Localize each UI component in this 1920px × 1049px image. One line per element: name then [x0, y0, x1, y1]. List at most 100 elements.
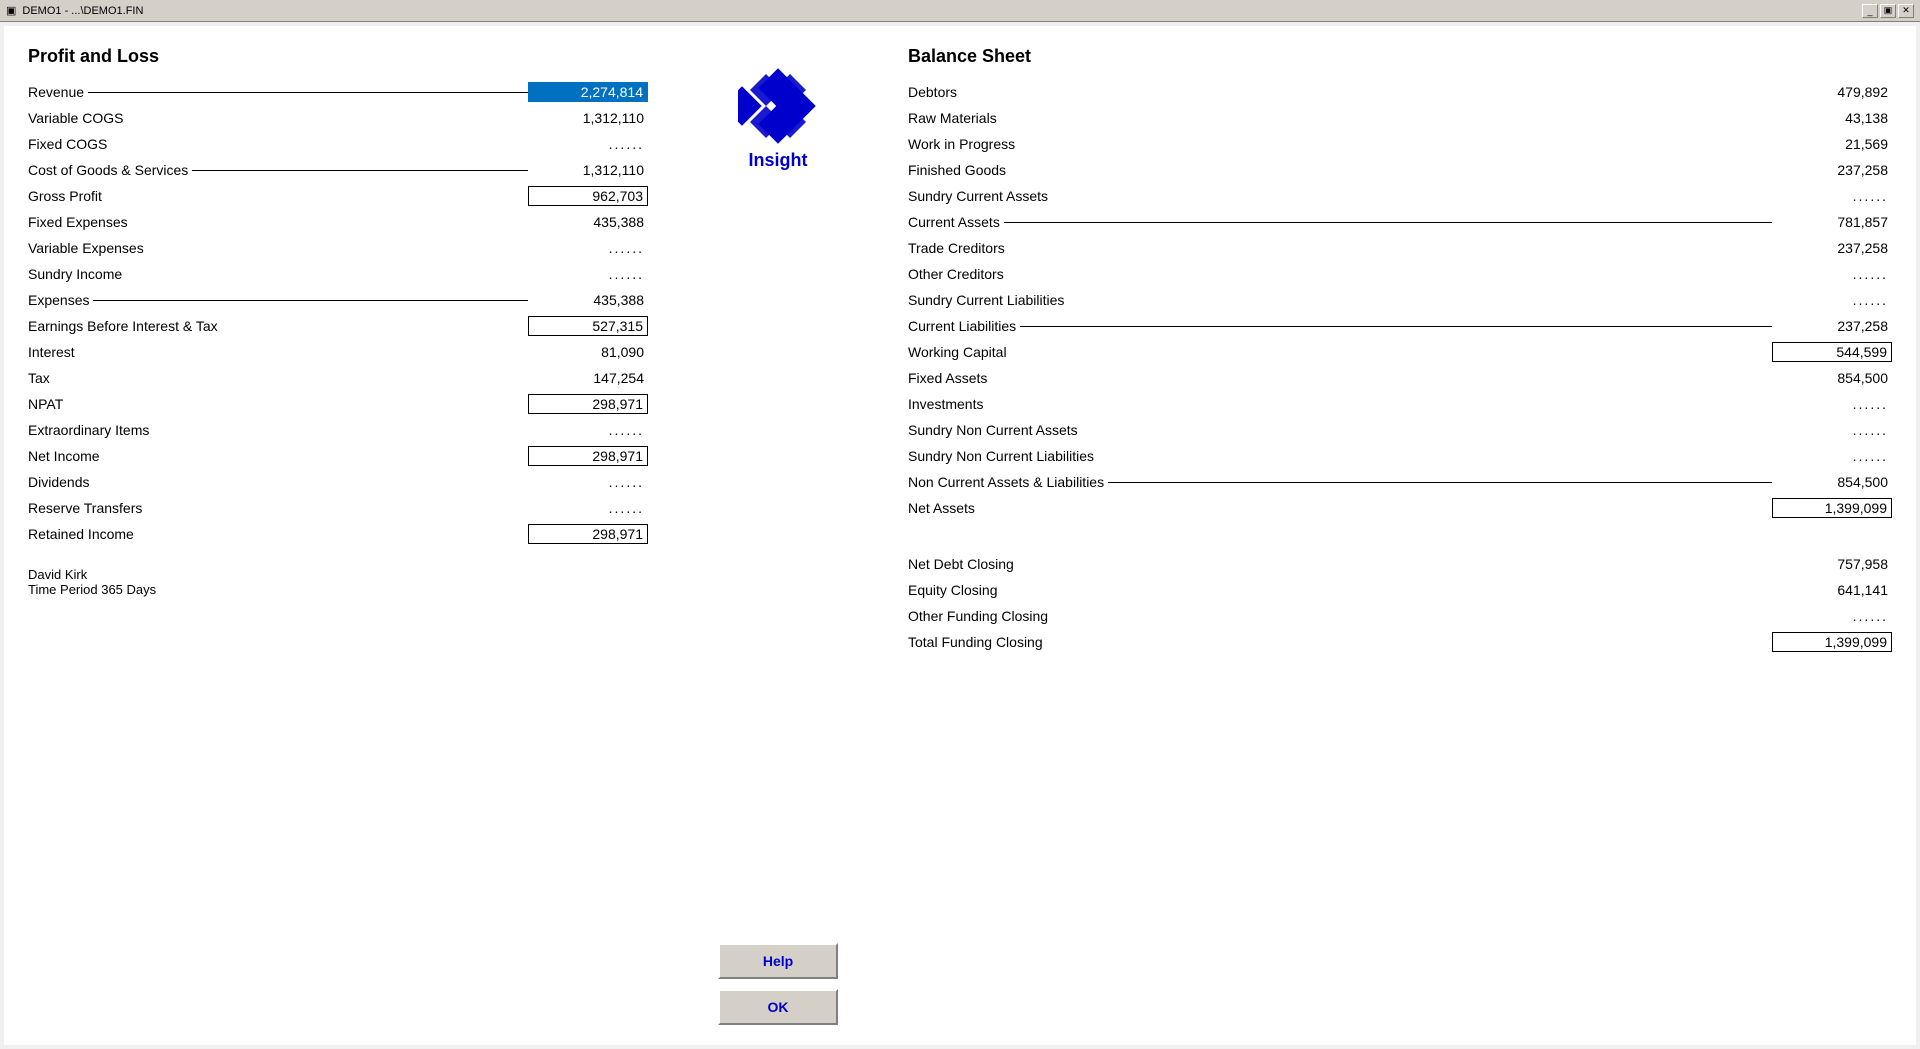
row-label: Earnings Before Interest & Tax — [28, 318, 218, 334]
table-row: Extraordinary Items...... — [28, 417, 648, 443]
row-line — [88, 92, 528, 93]
table-row: Tax 147,254 — [28, 365, 648, 391]
pnl-title: Profit and Loss — [28, 46, 648, 67]
close-button[interactable]: ✕ — [1898, 4, 1914, 18]
table-row: Finished Goods237,258 — [908, 157, 1892, 183]
row-value: 435,388 — [528, 214, 648, 230]
row-value: 298,971 — [528, 524, 648, 544]
table-row: Revenue2,274,814 — [28, 79, 648, 105]
row-line — [93, 300, 528, 301]
table-row: Sundry Current Liabilities...... — [908, 287, 1892, 313]
row-label: Variable COGS — [28, 110, 123, 126]
table-row: Total Funding Closing 1,399,099 — [908, 629, 1892, 655]
table-row: NPAT 298,971 — [28, 391, 648, 417]
row-value: ...... — [1772, 396, 1892, 412]
row-value: 544,599 — [1772, 342, 1892, 362]
row-line — [1020, 326, 1772, 327]
row-label: Trade Creditors — [908, 240, 1005, 256]
table-row: Trade Creditors237,258 — [908, 235, 1892, 261]
table-row: Fixed COGS...... — [28, 131, 648, 157]
table-row: Work in Progress 21,569 — [908, 131, 1892, 157]
table-row: Equity Closing 641,141 — [908, 577, 1892, 603]
row-line — [192, 170, 528, 171]
table-row: Reserve Transfers...... — [28, 495, 648, 521]
row-value: ...... — [528, 266, 648, 282]
time-period: Time Period 365 Days — [28, 582, 648, 597]
row-label: Current Liabilities — [908, 318, 1016, 334]
row-label: Sundry Current Liabilities — [908, 292, 1064, 308]
row-value: ...... — [528, 136, 648, 152]
logo-container: Insight — [738, 66, 818, 171]
row-label: Net Debt Closing — [908, 556, 1014, 572]
row-label: Fixed Assets — [908, 370, 987, 386]
row-value: 147,254 — [528, 370, 648, 386]
table-row: Sundry Income...... — [28, 261, 648, 287]
row-value: 43,138 — [1772, 110, 1892, 126]
table-row: Debtors479,892 — [908, 79, 1892, 105]
table-row: Non Current Assets & Liabilities854,500 — [908, 469, 1892, 495]
insight-logo — [738, 66, 818, 146]
row-value: 21,569 — [1772, 136, 1892, 152]
row-label: Total Funding Closing — [908, 634, 1043, 650]
table-row: Cost of Goods & Services 1,312,110 — [28, 157, 648, 183]
row-label: Retained Income — [28, 526, 134, 542]
user-name: David Kirk — [28, 567, 648, 582]
minimize-button[interactable]: _ — [1862, 4, 1878, 18]
row-value: 81,090 — [528, 344, 648, 360]
table-row: Investments...... — [908, 391, 1892, 417]
profit-loss-panel: Profit and Loss Revenue2,274,814 Variable… — [28, 46, 668, 1025]
table-row: Working Capital544,599 — [908, 339, 1892, 365]
row-value: 1,399,099 — [1772, 632, 1892, 652]
table-row: Net Debt Closing757,958 — [908, 551, 1892, 577]
row-value: ...... — [528, 474, 648, 490]
row-value: 298,971 — [528, 446, 648, 466]
row-value: 641,141 — [1772, 582, 1892, 598]
row-value: ...... — [1772, 188, 1892, 204]
logo-text: Insight — [749, 150, 808, 171]
row-label: Extraordinary Items — [28, 422, 149, 438]
balance-sheet-panel: Balance Sheet Debtors479,892 Raw Material… — [888, 46, 1892, 1025]
row-label: Tax — [28, 370, 50, 386]
ok-button[interactable]: OK — [718, 989, 838, 1025]
row-value: ...... — [528, 240, 648, 256]
funding-rows: Net Debt Closing757,958 Equity Closing 641… — [908, 551, 1892, 655]
row-value: 1,312,110 — [528, 162, 648, 178]
app-icon: ▣ — [6, 4, 16, 17]
help-button[interactable]: Help — [718, 943, 838, 979]
table-row: Variable Expenses...... — [28, 235, 648, 261]
row-label: Sundry Income — [28, 266, 122, 282]
table-row: Sundry Current Assets...... — [908, 183, 1892, 209]
row-label: Work in Progress — [908, 136, 1015, 152]
row-value: 298,971 — [528, 394, 648, 414]
row-label: Cost of Goods & Services — [28, 162, 188, 178]
row-value: 854,500 — [1772, 474, 1892, 490]
center-panel: Insight Help OK — [668, 46, 888, 1025]
bs-rows: Debtors479,892 Raw Materials 43,138 Work in… — [908, 79, 1892, 521]
table-row: Fixed Assets854,500 — [908, 365, 1892, 391]
row-label: Raw Materials — [908, 110, 997, 126]
row-label: Net Income — [28, 448, 100, 464]
row-value: ...... — [1772, 448, 1892, 464]
footer: David Kirk Time Period 365 Days — [28, 547, 648, 597]
row-label: Dividends — [28, 474, 89, 490]
row-value: 479,892 — [1772, 84, 1892, 100]
restore-button[interactable]: ▣ — [1880, 4, 1896, 18]
row-label: NPAT — [28, 396, 63, 412]
row-label: Sundry Non Current Assets — [908, 422, 1078, 438]
row-label: Equity Closing — [908, 582, 998, 598]
row-label: Reserve Transfers — [28, 500, 142, 516]
row-label: Interest — [28, 344, 75, 360]
bs-title: Balance Sheet — [908, 46, 1892, 67]
table-row: Dividends...... — [28, 469, 648, 495]
row-value: 1,399,099 — [1772, 498, 1892, 518]
row-label: Net Assets — [908, 500, 975, 516]
title-bar: ▣ DEMO1 - ...\DEMO1.FIN _ ▣ ✕ — [0, 0, 1920, 22]
row-label: Other Creditors — [908, 266, 1004, 282]
table-row: Gross Profit962,703 — [28, 183, 648, 209]
row-value: 1,312,110 — [528, 110, 648, 126]
row-value: 781,857 — [1772, 214, 1892, 230]
row-value: ...... — [528, 500, 648, 516]
table-row: Other Funding Closing...... — [908, 603, 1892, 629]
row-value: ...... — [528, 422, 648, 438]
table-row: Retained Income 298,971 — [28, 521, 648, 547]
